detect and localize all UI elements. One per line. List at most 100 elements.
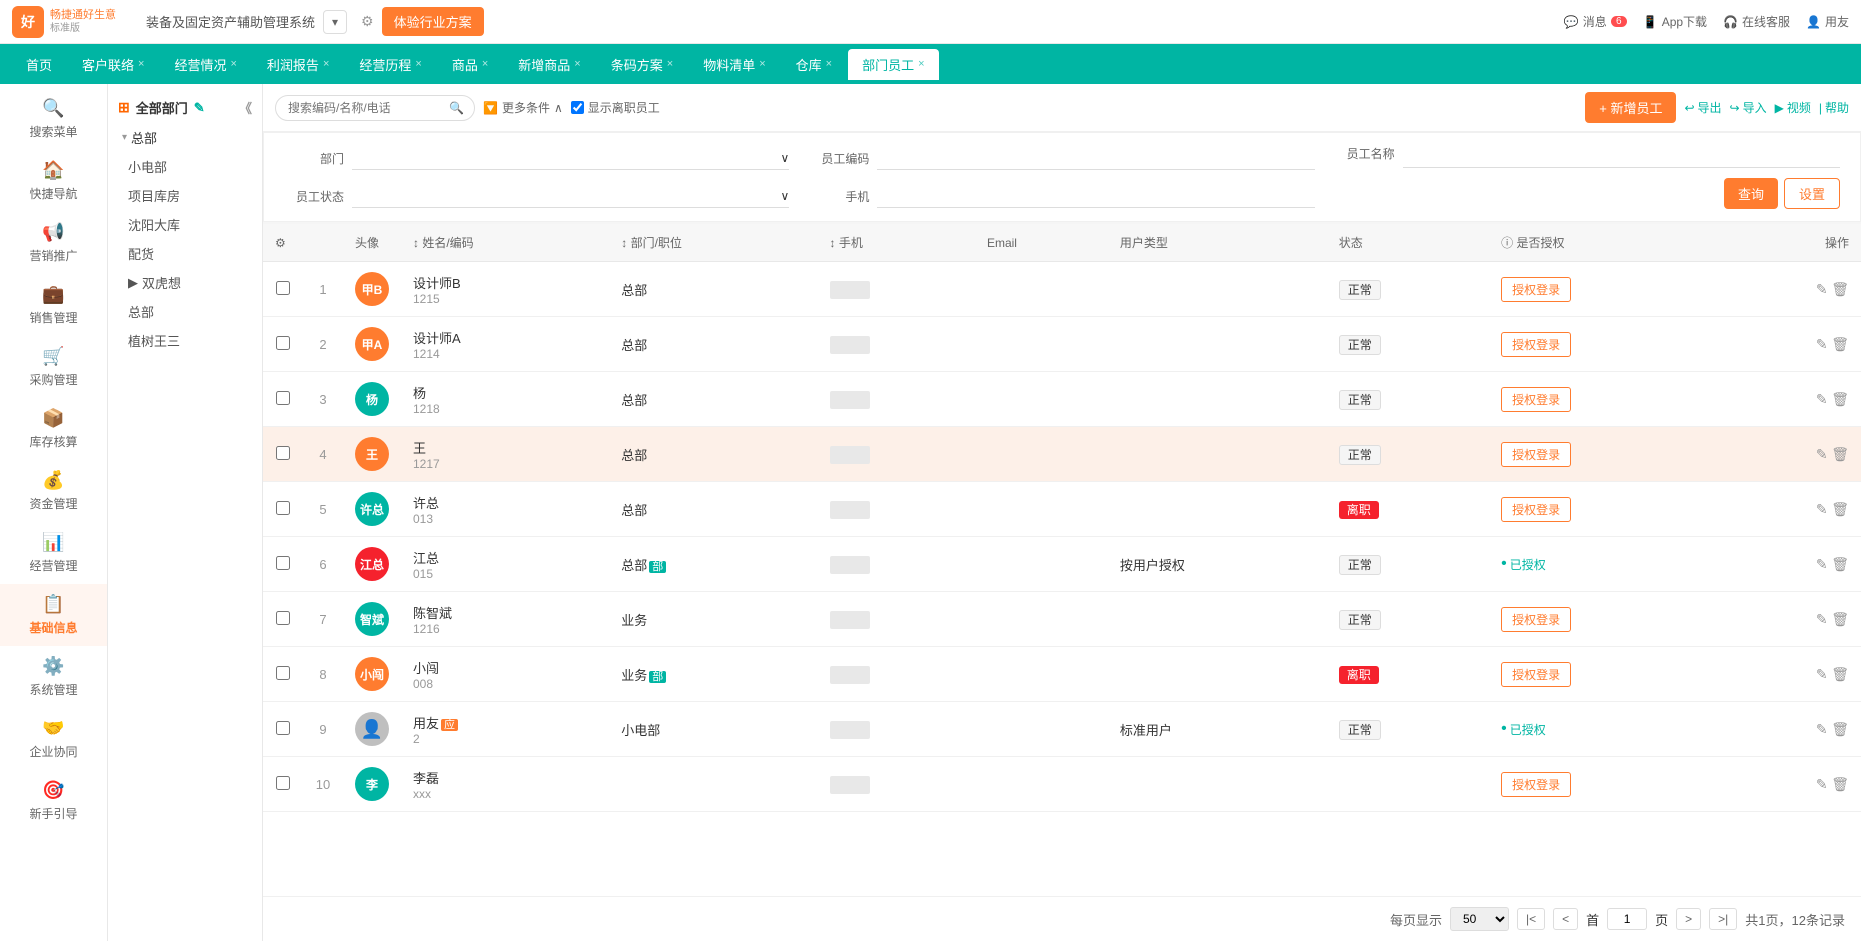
delete-row-button[interactable]: 🗑 <box>1831 776 1849 793</box>
row-checkbox[interactable] <box>276 336 290 350</box>
col-name[interactable]: ↕ 姓名/编码 <box>401 224 609 262</box>
dept-filter-select[interactable]: ∨ <box>352 147 789 170</box>
gear-icon[interactable]: ⚙ <box>275 236 286 250</box>
search-input[interactable] <box>288 101 443 115</box>
col-phone[interactable]: ↕ 手机 <box>818 224 975 262</box>
tab-goods[interactable]: 商品 × <box>438 49 502 80</box>
edit-row-button[interactable]: ✎ <box>1816 501 1828 518</box>
help-button[interactable]: | 帮助 <box>1819 99 1849 116</box>
show-resigned-checkbox[interactable] <box>571 101 584 114</box>
dept-item-zongbu[interactable]: 总部 <box>108 297 262 326</box>
close-icon[interactable]: × <box>415 58 421 70</box>
page-number-input[interactable] <box>1607 908 1647 930</box>
edit-row-button[interactable]: ✎ <box>1816 611 1828 628</box>
message-btn[interactable]: 💬 消息 6 <box>1564 13 1627 30</box>
show-resigned-label[interactable]: 显示离职员工 <box>571 99 660 116</box>
close-icon[interactable]: × <box>826 58 832 70</box>
edit-row-button[interactable]: ✎ <box>1816 776 1828 793</box>
tab-new-goods[interactable]: 新增商品 × <box>504 49 594 80</box>
last-page-btn[interactable]: >| <box>1709 908 1737 930</box>
dept-item-xiaodibu[interactable]: 小电部 <box>108 152 262 181</box>
auth-login-button[interactable]: 授权登录 <box>1501 607 1571 632</box>
auth-login-button[interactable]: 授权登录 <box>1501 277 1571 302</box>
phone-filter-input[interactable] <box>877 185 1314 208</box>
dept-group-root[interactable]: ▾ 总部 <box>108 123 262 152</box>
tab-home[interactable]: 首页 <box>12 49 66 80</box>
delete-row-button[interactable]: 🗑 <box>1831 556 1849 573</box>
edit-row-button[interactable]: ✎ <box>1816 446 1828 463</box>
nav-item-base-info[interactable]: 📋 基础信息 <box>0 584 107 646</box>
nav-item-inventory[interactable]: 📦 库存核算 <box>0 398 107 460</box>
tab-customer[interactable]: 客户联络 × <box>68 49 158 80</box>
edit-row-button[interactable]: ✎ <box>1816 556 1828 573</box>
dept-item-shenyangdaku[interactable]: 沈阳大库 <box>108 210 262 239</box>
delete-row-button[interactable]: 🗑 <box>1831 336 1849 353</box>
row-checkbox[interactable] <box>276 611 290 625</box>
prev-page-btn[interactable]: < <box>1553 908 1578 930</box>
close-icon[interactable]: × <box>323 58 329 70</box>
tab-profit[interactable]: 利润报告 × <box>253 49 343 80</box>
auth-login-button[interactable]: 授权登录 <box>1501 497 1571 522</box>
close-icon[interactable]: × <box>230 58 236 70</box>
row-checkbox[interactable] <box>276 501 290 515</box>
nav-item-purchase[interactable]: 🛒 采购管理 <box>0 336 107 398</box>
nav-item-marketing[interactable]: 📢 营销推广 <box>0 212 107 274</box>
nav-item-quicknav[interactable]: 🏠 快捷导航 <box>0 150 107 212</box>
dept-item-xiangmukufang[interactable]: 项目库房 <box>108 181 262 210</box>
close-icon[interactable]: × <box>667 58 673 70</box>
tab-barcode[interactable]: 条码方案 × <box>597 49 687 80</box>
col-dept[interactable]: ↕ 部门/职位 <box>609 224 817 262</box>
more-filter-btn[interactable]: 🔽 更多条件 ∧ <box>483 99 563 116</box>
trial-button[interactable]: 体验行业方案 <box>382 7 484 36</box>
close-icon[interactable]: × <box>759 58 765 70</box>
tab-warehouse[interactable]: 仓库 × <box>782 49 846 80</box>
auth-login-button[interactable]: 授权登录 <box>1501 387 1571 412</box>
edit-row-button[interactable]: ✎ <box>1816 391 1828 408</box>
auth-login-button[interactable]: 授权登录 <box>1501 442 1571 467</box>
tab-operation[interactable]: 经营情况 × <box>160 49 250 80</box>
export-button[interactable]: ↩ 导出 <box>1684 99 1721 116</box>
system-dropdown[interactable]: ▾ <box>323 10 347 34</box>
edit-dept-icon[interactable]: ✎ <box>194 100 205 116</box>
delete-row-button[interactable]: 🗑 <box>1831 721 1849 738</box>
dept-all-label[interactable]: 全部部门 <box>136 98 188 117</box>
edit-row-button[interactable]: ✎ <box>1816 336 1828 353</box>
auth-login-button[interactable]: 授权登录 <box>1501 662 1571 687</box>
nav-item-collab[interactable]: 🤝 企业协同 <box>0 708 107 770</box>
nav-item-system[interactable]: ⚙️ 系统管理 <box>0 646 107 708</box>
row-checkbox[interactable] <box>276 446 290 460</box>
tab-history[interactable]: 经营历程 × <box>345 49 435 80</box>
delete-row-button[interactable]: 🗑 <box>1831 666 1849 683</box>
code-filter-input[interactable] <box>877 147 1314 170</box>
tab-bom[interactable]: 物料清单 × <box>689 49 779 80</box>
delete-row-button[interactable]: 🗑 <box>1831 281 1849 298</box>
delete-row-button[interactable]: 🗑 <box>1831 501 1849 518</box>
next-page-btn[interactable]: > <box>1676 908 1701 930</box>
close-icon[interactable]: × <box>574 58 580 70</box>
row-checkbox[interactable] <box>276 281 290 295</box>
query-button[interactable]: 查询 <box>1724 178 1778 209</box>
import-button[interactable]: ↪ 导入 <box>1730 99 1767 116</box>
delete-row-button[interactable]: 🗑 <box>1831 446 1849 463</box>
row-checkbox[interactable] <box>276 391 290 405</box>
page-size-select[interactable]: 50 100 200 <box>1450 907 1509 931</box>
delete-row-button[interactable]: 🗑 <box>1831 611 1849 628</box>
auth-login-button[interactable]: 授权登录 <box>1501 332 1571 357</box>
nav-item-search[interactable]: 🔍 搜索菜单 <box>0 88 107 150</box>
nav-item-guide[interactable]: 🎯 新手引导 <box>0 770 107 832</box>
online-service-btn[interactable]: 🎧 在线客服 <box>1723 13 1790 30</box>
close-icon[interactable]: × <box>138 58 144 70</box>
settings-icon[interactable]: ⚙ <box>361 13 374 30</box>
edit-row-button[interactable]: ✎ <box>1816 721 1828 738</box>
close-icon[interactable]: × <box>918 58 924 70</box>
status-filter-select[interactable]: ∨ <box>352 185 789 208</box>
auth-login-button[interactable]: 授权登录 <box>1501 772 1571 797</box>
row-checkbox[interactable] <box>276 666 290 680</box>
collapse-dept-icon[interactable]: 《 <box>239 98 252 117</box>
nav-item-mgmt[interactable]: 📊 经营管理 <box>0 522 107 584</box>
dept-item-zhishuwangsan[interactable]: 植树王三 <box>108 326 262 355</box>
delete-row-button[interactable]: 🗑 <box>1831 391 1849 408</box>
name-filter-input[interactable] <box>1403 145 1840 168</box>
add-employee-button[interactable]: + 新增员工 <box>1585 92 1676 123</box>
dept-item-shuanghuxiang[interactable]: ▶ 双虎想 <box>108 268 262 297</box>
